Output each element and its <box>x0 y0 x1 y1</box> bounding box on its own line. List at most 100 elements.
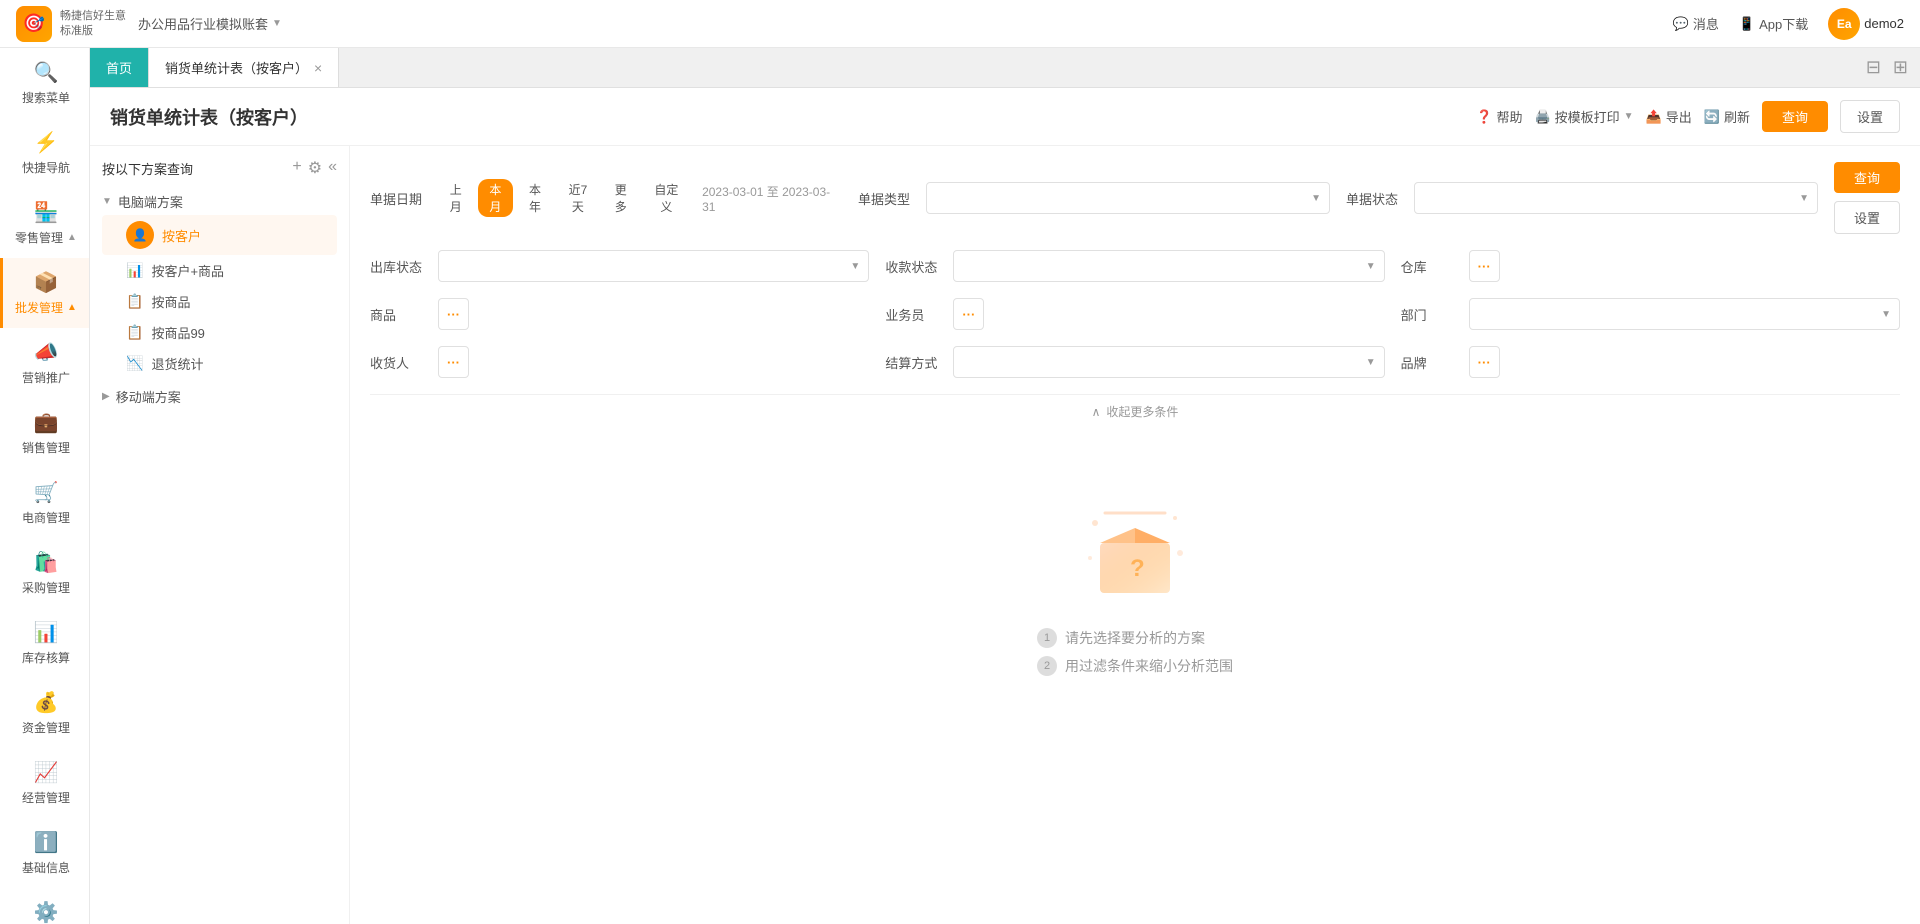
scheme-item-by-customer-product[interactable]: 📊 按客户+商品 <box>102 255 337 286</box>
top-header: 🎯 畅捷信好生意 标准版 办公用品行业模拟账套 ▼ 💬 消息 📱 App下载 E… <box>0 0 1920 48</box>
message-action[interactable]: 💬 消息 <box>1673 14 1719 33</box>
export-button[interactable]: 📤 导出 <box>1646 107 1692 126</box>
warehouse-filter-item: 仓库 ··· <box>1401 250 1900 282</box>
date-btn-this-month[interactable]: 本月 <box>478 179 514 217</box>
filter-panel: 单据日期 上月 本月 本年 近7天 更多 自定义 2023-03-01 至 20… <box>350 146 1920 924</box>
add-scheme-button[interactable]: + <box>292 158 301 178</box>
step-num-2: 2 <box>1037 656 1057 676</box>
date-label: 单据日期 <box>370 189 430 208</box>
date-btn-last-month[interactable]: 上月 <box>438 179 474 217</box>
tab-sales-stats[interactable]: 销货单统计表（按客户） × <box>149 48 339 87</box>
out-status-select[interactable]: ▼ <box>438 250 869 282</box>
sidebar-item-retail[interactable]: 🏪 零售管理 ▲ <box>0 188 89 258</box>
product-input[interactable]: ··· <box>438 298 469 330</box>
scheme-group-pc-label: 电脑端方案 <box>118 192 183 211</box>
doc-type-arrow-icon: ▼ <box>1311 193 1321 204</box>
sidebar-item-wholesale[interactable]: 📦 批发管理 ▲ <box>0 258 89 328</box>
user-name: demo2 <box>1864 16 1904 31</box>
dept-arrow-icon: ▼ <box>1881 309 1891 320</box>
date-btn-more[interactable]: 更多 <box>603 179 639 217</box>
tab-maximize-icon[interactable]: ⊞ <box>1889 53 1912 82</box>
company-selector[interactable]: 办公用品行业模拟账套 ▼ <box>138 14 282 33</box>
template-print-button[interactable]: 🖨️ 按模板打印 ▼ <box>1534 107 1633 126</box>
inventory-icon: 📊 <box>34 620 59 645</box>
scheme-panel-title: 按以下方案查询 <box>102 159 193 178</box>
collapse-icon: ∧ <box>1092 405 1101 419</box>
main-layout: 🔍 搜索菜单 ⚡ 快捷导航 🏪 零售管理 ▲ 📦 批发管理 ▲ 📣 营销推广 <box>0 48 1920 924</box>
empty-illustration: ? <box>1075 488 1195 608</box>
settings-main-button[interactable]: 设置 <box>1834 201 1900 234</box>
group-expand-icon: ▼ <box>102 196 112 207</box>
settings-scheme-icon[interactable]: ⚙ <box>308 158 322 178</box>
app-download-action[interactable]: 📱 App下载 <box>1739 14 1808 33</box>
settings-button[interactable]: 设置 <box>1840 100 1900 133</box>
sidebar-item-search[interactable]: 🔍 搜索菜单 <box>0 48 89 118</box>
collapse-button[interactable]: ∧ 收起更多条件 <box>370 394 1900 428</box>
dept-filter-item: 部门 ▼ <box>1401 298 1900 330</box>
tab-home[interactable]: 首页 <box>90 48 149 87</box>
sidebar-item-purchase[interactable]: 🛍️ 采购管理 <box>0 538 89 608</box>
scheme-actions: + ⚙ « <box>292 158 337 178</box>
user-profile[interactable]: Ea demo2 <box>1828 8 1904 40</box>
scheme-group-mobile-label: 移动端方案 <box>116 387 181 406</box>
logo-icon: 🎯 <box>16 6 52 42</box>
query-button[interactable]: 查询 <box>1762 101 1828 132</box>
payment-arrow-icon: ▼ <box>1366 357 1376 368</box>
salesman-input[interactable]: ··· <box>953 298 984 330</box>
home-tab-label: 首页 <box>106 58 132 77</box>
product-icon: 📋 <box>126 293 143 310</box>
sidebar-item-basic[interactable]: ℹ️ 基础信息 <box>0 818 89 888</box>
warehouse-input[interactable]: ··· <box>1469 250 1500 282</box>
date-btn-custom[interactable]: 自定义 <box>643 179 690 217</box>
quick-nav-icon: ⚡ <box>34 130 59 155</box>
tab-minimize-icon[interactable]: ⊟ <box>1862 53 1885 82</box>
scheme-item-by-customer[interactable]: 👤 按客户 <box>102 215 337 255</box>
sidebar-item-ecommerce[interactable]: 🛒 电商管理 <box>0 468 89 538</box>
scheme-item-return-stats[interactable]: 📉 退货统计 <box>102 348 337 379</box>
scheme-item-label: 按客户 <box>162 226 201 245</box>
sidebar-item-finance[interactable]: 💰 资金管理 <box>0 678 89 748</box>
sidebar-item-inventory[interactable]: 📊 库存核算 <box>0 608 89 678</box>
query-main-button[interactable]: 查询 <box>1834 162 1900 193</box>
refresh-button[interactable]: 🔄 刷新 <box>1704 107 1750 126</box>
date-quick-group: 上月 本月 本年 近7天 更多 自定义 <box>438 179 690 217</box>
brand-input[interactable]: ··· <box>1469 346 1500 378</box>
receipt-status-label: 收款状态 <box>885 257 945 276</box>
date-btn-last7[interactable]: 近7天 <box>557 179 599 217</box>
payment-label: 结算方式 <box>885 353 945 372</box>
tab-close-icon[interactable]: × <box>314 61 322 75</box>
help-button[interactable]: ❓ 帮助 <box>1476 107 1522 126</box>
operations-icon: 📈 <box>34 760 59 785</box>
sales-stats-tab-label: 销货单统计表（按客户） <box>165 58 308 77</box>
sidebar-item-system[interactable]: ⚙️ 系统管理 <box>0 888 89 924</box>
receipt-status-select[interactable]: ▼ <box>953 250 1384 282</box>
receipt-status-arrow-icon: ▼ <box>1366 261 1376 272</box>
sidebar-item-sales[interactable]: 💼 销售管理 <box>0 398 89 468</box>
scheme-group-mobile-header[interactable]: ▶ 移动端方案 <box>102 383 337 410</box>
purchase-icon: 🛍️ <box>34 550 59 575</box>
arrow-icon: ▲ <box>67 302 77 313</box>
product99-icon: 📋 <box>126 324 143 341</box>
doc-status-select[interactable]: ▼ <box>1414 182 1818 214</box>
sidebar-item-marketing[interactable]: 📣 营销推广 <box>0 328 89 398</box>
doc-status-label: 单据状态 <box>1346 189 1406 208</box>
scheme-group-pc-header[interactable]: ▼ 电脑端方案 <box>102 188 337 215</box>
product-filter-item: 商品 ··· <box>370 298 869 330</box>
collapse-label: 收起更多条件 <box>1106 403 1178 420</box>
collapse-scheme-icon[interactable]: « <box>328 158 337 178</box>
doc-type-select[interactable]: ▼ <box>926 182 1330 214</box>
sidebar-item-operations[interactable]: 📈 经营管理 <box>0 748 89 818</box>
scheme-panel: 按以下方案查询 + ⚙ « ▼ 电脑端方案 <box>90 146 350 924</box>
return-stats-icon: 📉 <box>126 355 143 372</box>
scheme-item-by-product[interactable]: 📋 按商品 <box>102 286 337 317</box>
payment-select[interactable]: ▼ <box>953 346 1384 378</box>
content-area: 首页 销货单统计表（按客户） × ⊟ ⊞ 销货单统计表（按客户） ❓ 帮助 <box>90 48 1920 924</box>
sidebar-item-quick-nav[interactable]: ⚡ 快捷导航 <box>0 118 89 188</box>
scheme-item-by-product99[interactable]: 📋 按商品99 <box>102 317 337 348</box>
ecommerce-icon: 🛒 <box>34 480 59 505</box>
doc-status-filter-item: 单据状态 ▼ <box>1346 182 1818 214</box>
chevron-down-icon: ▼ <box>272 18 282 29</box>
dept-select[interactable]: ▼ <box>1469 298 1900 330</box>
date-btn-this-year[interactable]: 本年 <box>517 179 553 217</box>
recipient-input[interactable]: ··· <box>438 346 469 378</box>
